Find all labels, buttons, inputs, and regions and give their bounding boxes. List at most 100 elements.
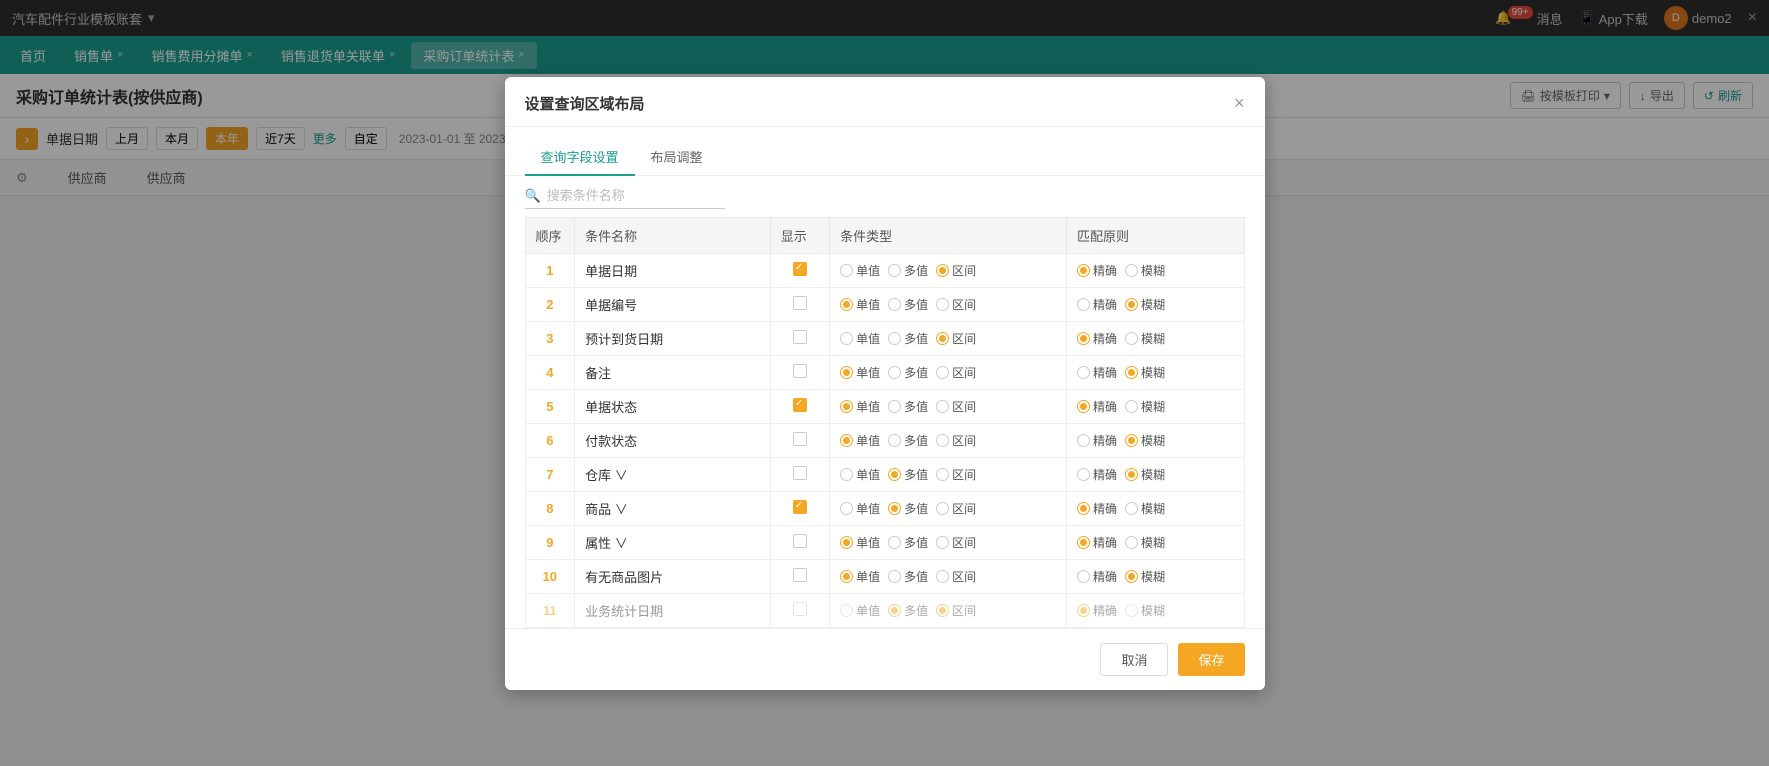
radio-multi[interactable]: 多值 [888, 466, 928, 483]
row-display-checkbox[interactable] [770, 287, 829, 321]
checkbox[interactable] [793, 568, 807, 582]
radio-circle-multi [888, 502, 901, 515]
radio-circle-multi [888, 298, 901, 311]
radio-single[interactable]: 单值 [840, 398, 880, 415]
row-display-checkbox[interactable] [770, 355, 829, 389]
radio-exact[interactable]: 精确 [1077, 466, 1117, 483]
radio-exact[interactable]: 精确 [1077, 330, 1117, 347]
radio-exact[interactable]: 精确 [1077, 364, 1117, 381]
row-display-checkbox[interactable] [770, 423, 829, 457]
radio-range[interactable]: 区间 [936, 432, 976, 449]
checkbox[interactable] [793, 262, 807, 276]
radio-single[interactable]: 单值 [840, 568, 880, 585]
row-match-group: 精确模糊 [1066, 321, 1244, 355]
radio-exact[interactable]: 精确 [1077, 432, 1117, 449]
radio-fuzzy[interactable]: 模糊 [1125, 568, 1165, 585]
radio-exact[interactable]: 精确 [1077, 262, 1117, 279]
radio-label-exact: 精确 [1093, 432, 1117, 449]
radio-multi[interactable]: 多值 [888, 534, 928, 551]
radio-fuzzy[interactable]: 模糊 [1125, 534, 1165, 551]
radio-range[interactable]: 区间 [936, 364, 976, 381]
radio-label-range: 区间 [952, 432, 976, 449]
radio-fuzzy[interactable]: 模糊 [1125, 262, 1165, 279]
radio-single[interactable]: 单值 [840, 364, 880, 381]
radio-exact[interactable]: 精确 [1077, 568, 1117, 585]
radio-multi[interactable]: 多值 [888, 398, 928, 415]
checkbox[interactable] [793, 602, 807, 616]
row-order: 3 [525, 321, 575, 355]
dialog-close-button[interactable]: × [1234, 93, 1245, 114]
radio-range[interactable]: 区间 [936, 466, 976, 483]
dialog-header: 设置查询区域布局 × [505, 77, 1265, 127]
radio-fuzzy[interactable]: 模糊 [1125, 364, 1165, 381]
save-button[interactable]: 保存 [1178, 643, 1244, 676]
radio-multi[interactable]: 多值 [888, 500, 928, 517]
row-display-checkbox[interactable] [770, 253, 829, 287]
cancel-button[interactable]: 取消 [1100, 643, 1168, 676]
radio-multi[interactable]: 多值 [888, 296, 928, 313]
radio-exact[interactable]: 精确 [1077, 534, 1117, 551]
radio-label-range: 区间 [952, 296, 976, 313]
search-input[interactable] [547, 188, 697, 203]
checkbox[interactable] [793, 466, 807, 480]
radio-circle-exact [1077, 570, 1090, 583]
row-display-checkbox[interactable] [770, 457, 829, 491]
radio-single[interactable]: 单值 [840, 330, 880, 347]
radio-multi[interactable]: 多值 [888, 432, 928, 449]
radio-exact[interactable]: 精确 [1077, 500, 1117, 517]
radio-fuzzy[interactable]: 模糊 [1125, 432, 1165, 449]
radio-single[interactable]: 单值 [840, 296, 880, 313]
table-row: 2单据编号单值多值区间精确模糊 [525, 287, 1244, 321]
radio-multi[interactable]: 多值 [888, 602, 928, 619]
radio-fuzzy[interactable]: 模糊 [1125, 500, 1165, 517]
radio-fuzzy[interactable]: 模糊 [1125, 398, 1165, 415]
radio-range[interactable]: 区间 [936, 602, 976, 619]
radio-exact[interactable]: 精确 [1077, 602, 1117, 619]
radio-range[interactable]: 区间 [936, 330, 976, 347]
radio-circle-multi [888, 434, 901, 447]
radio-range[interactable]: 区间 [936, 296, 976, 313]
radio-multi[interactable]: 多值 [888, 568, 928, 585]
row-display-checkbox[interactable] [770, 491, 829, 525]
radio-fuzzy[interactable]: 模糊 [1125, 330, 1165, 347]
radio-single[interactable]: 单值 [840, 432, 880, 449]
radio-multi[interactable]: 多值 [888, 330, 928, 347]
tab-query-fields[interactable]: 查询字段设置 [525, 139, 635, 176]
tab-layout[interactable]: 布局调整 [635, 139, 719, 176]
row-display-checkbox[interactable] [770, 593, 829, 627]
radio-label-multi: 多值 [904, 330, 928, 347]
checkbox[interactable] [793, 398, 807, 412]
checkbox[interactable] [793, 432, 807, 446]
radio-label-multi: 多值 [904, 534, 928, 551]
checkbox[interactable] [793, 364, 807, 378]
radio-range[interactable]: 区间 [936, 398, 976, 415]
radio-single[interactable]: 单值 [840, 534, 880, 551]
row-display-checkbox[interactable] [770, 525, 829, 559]
checkbox[interactable] [793, 500, 807, 514]
radio-single[interactable]: 单值 [840, 466, 880, 483]
row-display-checkbox[interactable] [770, 321, 829, 355]
checkbox[interactable] [793, 534, 807, 548]
radio-circle-fuzzy [1125, 604, 1138, 617]
radio-multi[interactable]: 多值 [888, 364, 928, 381]
radio-circle-multi [888, 332, 901, 345]
radio-multi[interactable]: 多值 [888, 262, 928, 279]
checkbox[interactable] [793, 296, 807, 310]
radio-range[interactable]: 区间 [936, 568, 976, 585]
radio-exact[interactable]: 精确 [1077, 398, 1117, 415]
radio-fuzzy[interactable]: 模糊 [1125, 602, 1165, 619]
radio-fuzzy[interactable]: 模糊 [1125, 466, 1165, 483]
checkbox[interactable] [793, 330, 807, 344]
radio-range[interactable]: 区间 [936, 262, 976, 279]
row-type-group: 单值多值区间 [830, 253, 1067, 287]
row-display-checkbox[interactable] [770, 389, 829, 423]
radio-single[interactable]: 单值 [840, 602, 880, 619]
radio-range[interactable]: 区间 [936, 500, 976, 517]
radio-fuzzy[interactable]: 模糊 [1125, 296, 1165, 313]
row-display-checkbox[interactable] [770, 559, 829, 593]
radio-range[interactable]: 区间 [936, 534, 976, 551]
dialog-title: 设置查询区域布局 [525, 93, 645, 114]
radio-single[interactable]: 单值 [840, 262, 880, 279]
radio-exact[interactable]: 精确 [1077, 296, 1117, 313]
radio-single[interactable]: 单值 [840, 500, 880, 517]
